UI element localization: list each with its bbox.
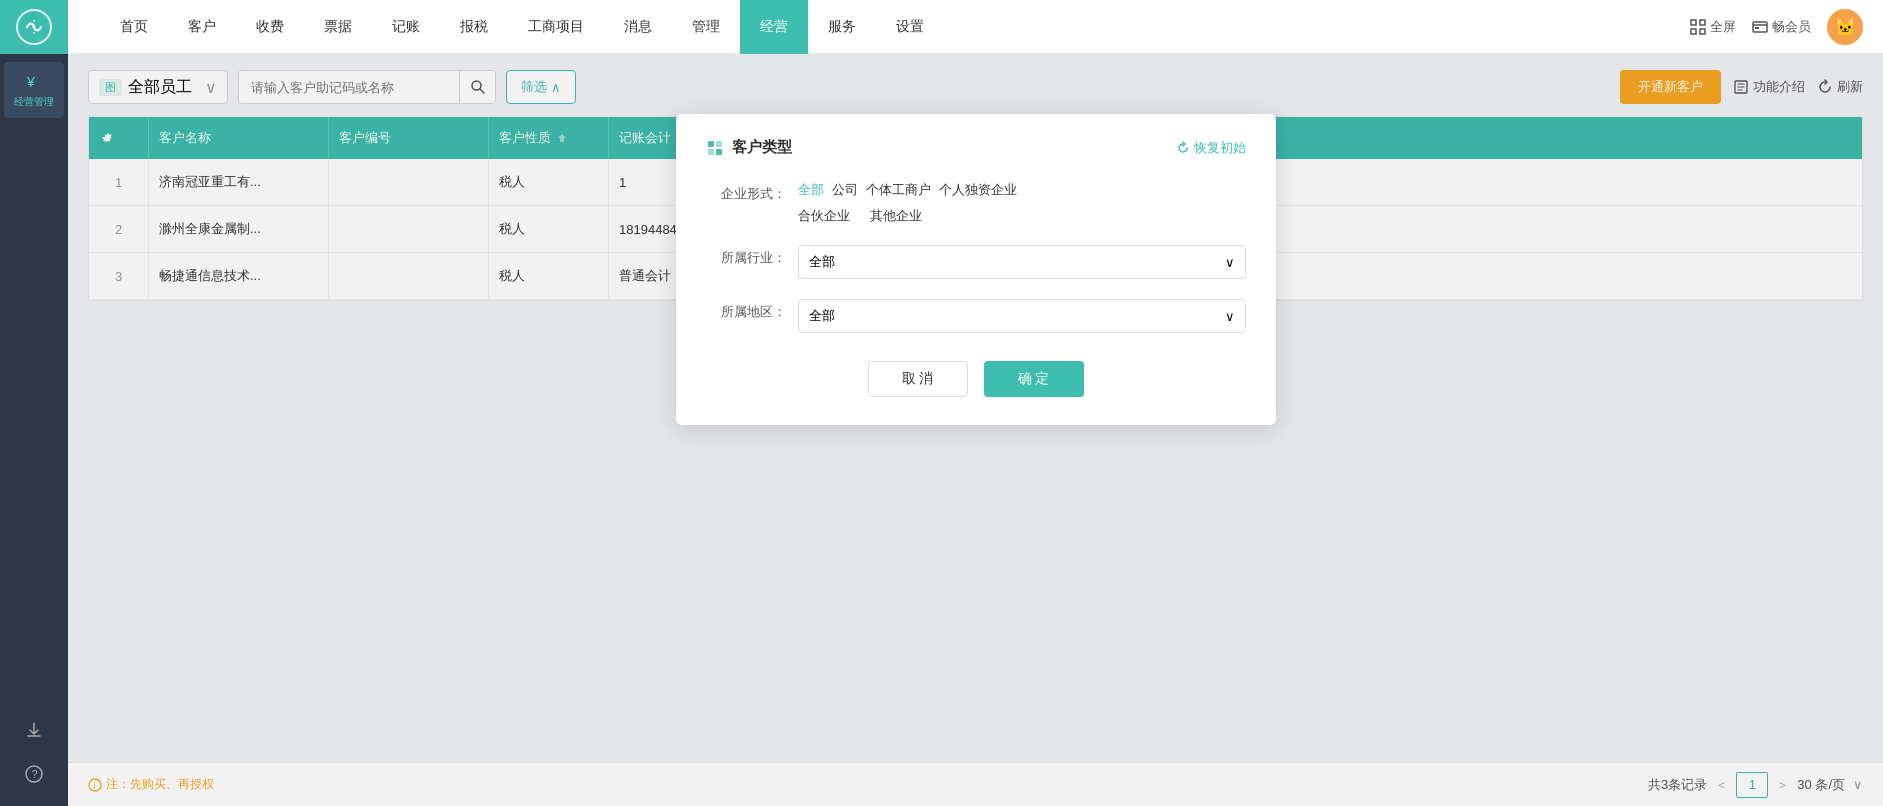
nav-invoice[interactable]: 票据 <box>304 0 372 54</box>
member-label: 畅会员 <box>1772 18 1811 36</box>
industry-select[interactable]: 全部 ∨ <box>798 245 1246 279</box>
fullscreen-button[interactable]: 全屏 <box>1690 18 1736 36</box>
modal-reset-label: 恢复初始 <box>1194 139 1246 157</box>
nav-message[interactable]: 消息 <box>604 0 672 54</box>
sidebar-item-operation[interactable]: ¥ 经营管理 <box>4 62 64 118</box>
option-other[interactable]: 其他企业 <box>870 207 922 225</box>
enterprise-form-label: 企业形式： <box>706 181 786 203</box>
nav-business[interactable]: 工商项目 <box>508 0 604 54</box>
nav-home[interactable]: 首页 <box>100 0 168 54</box>
region-row: 所属地区： 全部 ∨ <box>706 299 1246 333</box>
confirm-button[interactable]: 确 定 <box>984 361 1084 397</box>
enterprise-form-row: 企业形式： 全部 公司 个体工商户 个人独资企业 合伙企业 其他企业 <box>706 181 1246 225</box>
region-label: 所属地区： <box>706 299 786 321</box>
enterprise-form-options: 全部 公司 个体工商户 个人独资企业 合伙企业 其他企业 <box>798 181 1246 225</box>
filter-modal: 客户类型 恢复初始 企业形式： 全部 公司 <box>676 114 1276 425</box>
svg-rect-2 <box>1691 29 1696 34</box>
modal-header: 客户类型 恢复初始 <box>706 138 1246 157</box>
svg-rect-12 <box>716 141 722 147</box>
nav-items: 首页 客户 收费 票据 记账 报税 工商项目 消息 管理 经营 服务 设置 <box>100 0 1690 54</box>
nav-accounting[interactable]: 记账 <box>372 0 440 54</box>
logo-area <box>0 0 68 54</box>
nav-settings[interactable]: 设置 <box>876 0 944 54</box>
main-content: 图 全部员工 ∨ 筛选 ∧ 开通新客户 <box>68 54 1883 806</box>
svg-rect-13 <box>708 149 714 155</box>
region-select[interactable]: 全部 ∨ <box>798 299 1246 333</box>
sidebar-bottom: ? <box>0 710 68 806</box>
modal-reset-button[interactable]: 恢复初始 <box>1176 139 1246 157</box>
svg-rect-5 <box>1755 27 1759 29</box>
svg-rect-0 <box>1691 20 1696 25</box>
sidebar-item-label: 经营管理 <box>14 96 54 108</box>
modal-title-text: 客户类型 <box>732 138 792 157</box>
option-all[interactable]: 全部 <box>798 181 824 199</box>
industry-value-container: 全部 ∨ <box>798 245 1246 279</box>
layout: ¥ 经营管理 ? 图 全部员工 <box>0 54 1883 806</box>
nav-service[interactable]: 服务 <box>808 0 876 54</box>
top-nav: 首页 客户 收费 票据 记账 报税 工商项目 消息 管理 经营 服务 设置 全屏 <box>0 0 1883 54</box>
svg-text:¥: ¥ <box>26 74 35 90</box>
nav-manage[interactable]: 管理 <box>672 0 740 54</box>
region-select-value: 全部 <box>809 307 835 325</box>
nav-operation[interactable]: 经营 <box>740 0 808 54</box>
svg-rect-11 <box>708 141 714 147</box>
modal-overlay: 客户类型 恢复初始 企业形式： 全部 公司 <box>68 54 1883 806</box>
region-value-container: 全部 ∨ <box>798 299 1246 333</box>
option-partnership[interactable]: 合伙企业 <box>798 207 850 225</box>
industry-label: 所属行业： <box>706 245 786 267</box>
nav-right: 全屏 畅会员 🐱 <box>1690 9 1863 45</box>
option-individual[interactable]: 个体工商户 <box>866 181 931 199</box>
modal-footer: 取 消 确 定 <box>706 361 1246 397</box>
fullscreen-label: 全屏 <box>1710 18 1736 36</box>
logo-icon <box>16 9 52 45</box>
sidebar-help[interactable]: ? <box>4 754 64 794</box>
avatar: 🐱 <box>1827 9 1863 45</box>
industry-row: 所属行业： 全部 ∨ <box>706 245 1246 279</box>
nav-billing[interactable]: 收费 <box>236 0 304 54</box>
svg-rect-1 <box>1700 20 1705 25</box>
svg-rect-14 <box>716 149 722 155</box>
industry-select-value: 全部 <box>809 253 835 271</box>
cancel-button[interactable]: 取 消 <box>868 361 968 397</box>
svg-text:?: ? <box>32 768 38 780</box>
nav-customer[interactable]: 客户 <box>168 0 236 54</box>
industry-dropdown-icon: ∨ <box>1225 255 1235 270</box>
sidebar-download[interactable] <box>4 710 64 750</box>
svg-rect-3 <box>1700 29 1705 34</box>
region-dropdown-icon: ∨ <box>1225 309 1235 324</box>
sidebar: ¥ 经营管理 ? <box>0 54 68 806</box>
modal-title: 客户类型 <box>706 138 792 157</box>
option-sole[interactable]: 个人独资企业 <box>939 181 1017 199</box>
nav-tax[interactable]: 报税 <box>440 0 508 54</box>
member-button[interactable]: 畅会员 <box>1752 18 1811 36</box>
option-company[interactable]: 公司 <box>832 181 858 199</box>
